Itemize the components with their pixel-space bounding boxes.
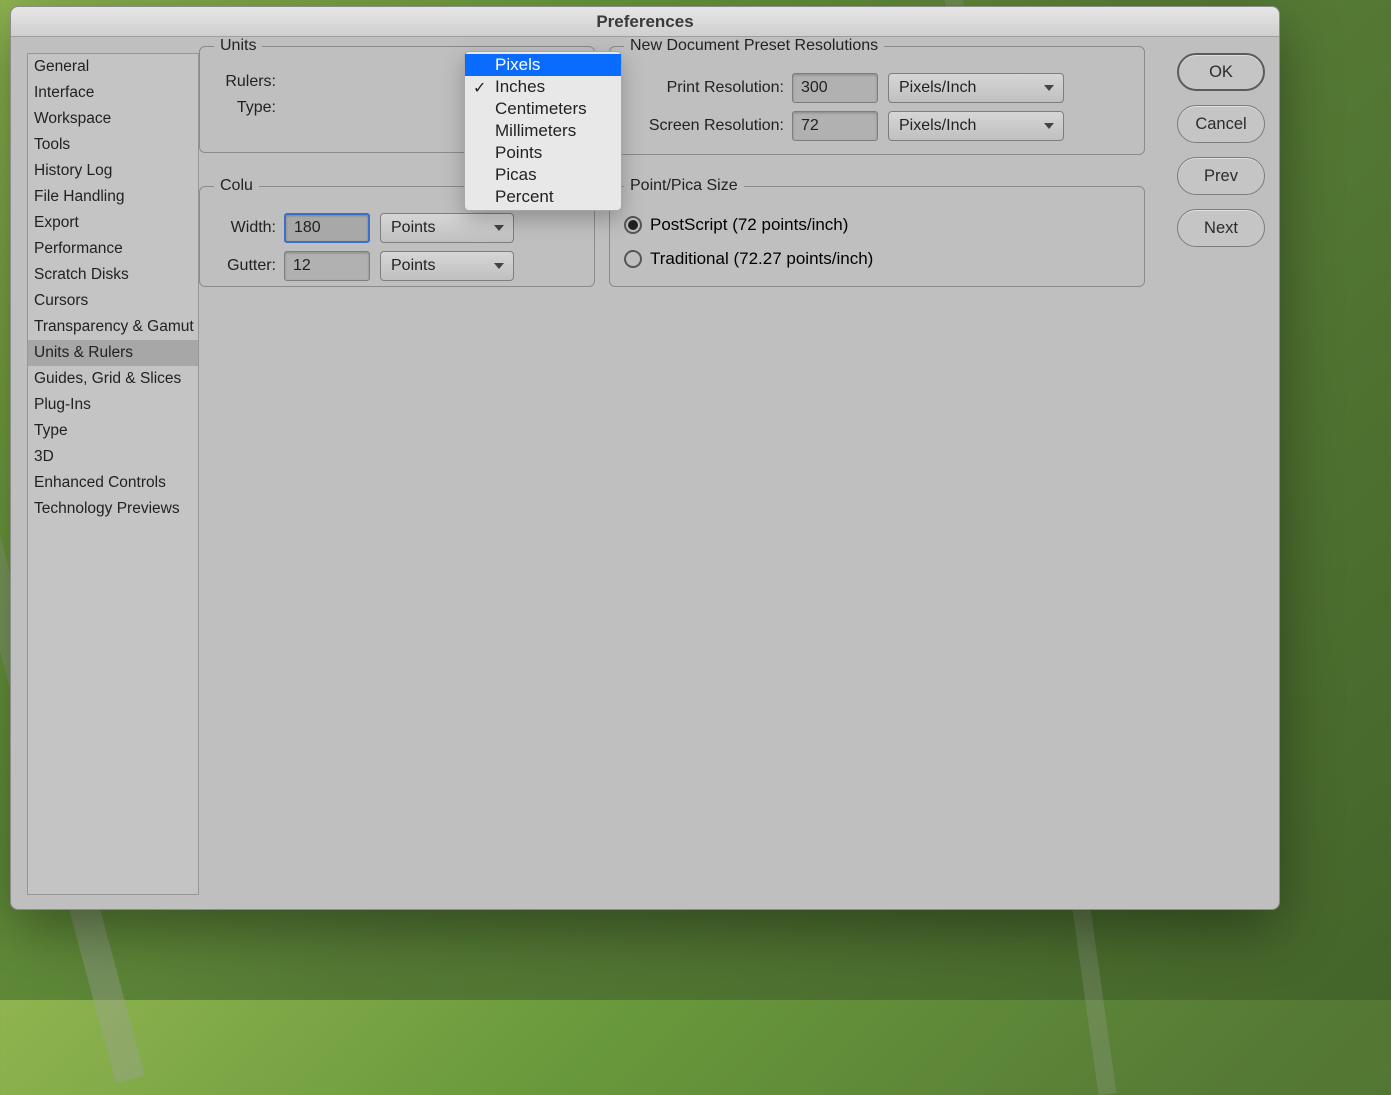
type-label: Type: [214, 99, 276, 117]
screen-res-unit-select[interactable]: Pixels/Inch [888, 111, 1064, 141]
postscript-radio[interactable] [624, 216, 642, 234]
units-legend: Units [214, 37, 262, 55]
print-res-unit-select[interactable]: Pixels/Inch [888, 73, 1064, 103]
postscript-label: PostScript (72 points/inch) [650, 215, 848, 235]
point-pica-group: Point/Pica Size PostScript (72 points/in… [609, 177, 1145, 287]
preferences-sidebar: GeneralInterfaceWorkspaceToolsHistory Lo… [27, 53, 199, 895]
gutter-input[interactable] [284, 251, 370, 281]
sidebar-item-workspace[interactable]: Workspace [28, 106, 198, 132]
sidebar-item-plug-ins[interactable]: Plug-Ins [28, 392, 198, 418]
preferences-window: Preferences GeneralInterfaceWorkspaceToo… [10, 6, 1280, 910]
width-unit-value: Points [391, 219, 435, 237]
sidebar-item-history-log[interactable]: History Log [28, 158, 198, 184]
check-icon: ✓ [473, 78, 486, 98]
prev-button[interactable]: Prev [1177, 157, 1265, 195]
column-size-legend: Colu [214, 177, 259, 195]
content-area: GeneralInterfaceWorkspaceToolsHistory Lo… [11, 37, 1279, 909]
gutter-label: Gutter: [214, 257, 276, 275]
ruler-unit-option-points[interactable]: Points [465, 142, 621, 164]
sidebar-item-performance[interactable]: Performance [28, 236, 198, 262]
resolutions-legend: New Document Preset Resolutions [624, 37, 884, 55]
screen-res-input[interactable] [792, 111, 878, 141]
sidebar-item-scratch-disks[interactable]: Scratch Disks [28, 262, 198, 288]
point-pica-legend: Point/Pica Size [624, 177, 744, 195]
ruler-unit-option-inches[interactable]: ✓Inches [465, 76, 621, 98]
sidebar-item-tools[interactable]: Tools [28, 132, 198, 158]
sidebar-item-type[interactable]: Type [28, 418, 198, 444]
ruler-unit-option-picas[interactable]: Picas [465, 164, 621, 186]
print-res-unit-value: Pixels/Inch [899, 79, 976, 97]
width-input[interactable] [284, 213, 370, 243]
resolutions-group: New Document Preset Resolutions Print Re… [609, 37, 1145, 155]
ruler-units-popup[interactable]: Pixels✓InchesCentimetersMillimetersPoint… [464, 51, 622, 211]
sidebar-item-enhanced-controls[interactable]: Enhanced Controls [28, 470, 198, 496]
print-res-label: Print Resolution: [624, 79, 784, 97]
window-title: Preferences [11, 7, 1279, 37]
ruler-unit-option-percent[interactable]: Percent [465, 186, 621, 208]
sidebar-item-transparency-gamut[interactable]: Transparency & Gamut [28, 314, 198, 340]
screen-res-unit-value: Pixels/Inch [899, 117, 976, 135]
traditional-radio[interactable] [624, 250, 642, 268]
ruler-unit-option-pixels[interactable]: Pixels [465, 54, 621, 76]
gutter-unit-value: Points [391, 257, 435, 275]
sidebar-item-general[interactable]: General [28, 54, 198, 80]
sidebar-item-technology-previews[interactable]: Technology Previews [28, 496, 198, 522]
width-unit-select[interactable]: Points [380, 213, 514, 243]
cancel-button[interactable]: Cancel [1177, 105, 1265, 143]
gutter-unit-select[interactable]: Points [380, 251, 514, 281]
sidebar-item-guides-grid-slices[interactable]: Guides, Grid & Slices [28, 366, 198, 392]
sidebar-item-units-rulers[interactable]: Units & Rulers [28, 340, 198, 366]
main-panel: Units Rulers: Type: Colu Width: Points [199, 37, 1177, 909]
dialog-buttons: OK Cancel Prev Next [1177, 37, 1279, 909]
sidebar-item-file-handling[interactable]: File Handling [28, 184, 198, 210]
sidebar-item-cursors[interactable]: Cursors [28, 288, 198, 314]
sidebar-item-interface[interactable]: Interface [28, 80, 198, 106]
sidebar-item-export[interactable]: Export [28, 210, 198, 236]
sidebar-item-3d[interactable]: 3D [28, 444, 198, 470]
rulers-label: Rulers: [214, 73, 276, 91]
width-label: Width: [214, 219, 276, 237]
print-res-input[interactable] [792, 73, 878, 103]
ruler-unit-option-centimeters[interactable]: Centimeters [465, 98, 621, 120]
traditional-label: Traditional (72.27 points/inch) [650, 249, 873, 269]
ruler-unit-option-millimeters[interactable]: Millimeters [465, 120, 621, 142]
next-button[interactable]: Next [1177, 209, 1265, 247]
screen-res-label: Screen Resolution: [624, 117, 784, 135]
ok-button[interactable]: OK [1177, 53, 1265, 91]
